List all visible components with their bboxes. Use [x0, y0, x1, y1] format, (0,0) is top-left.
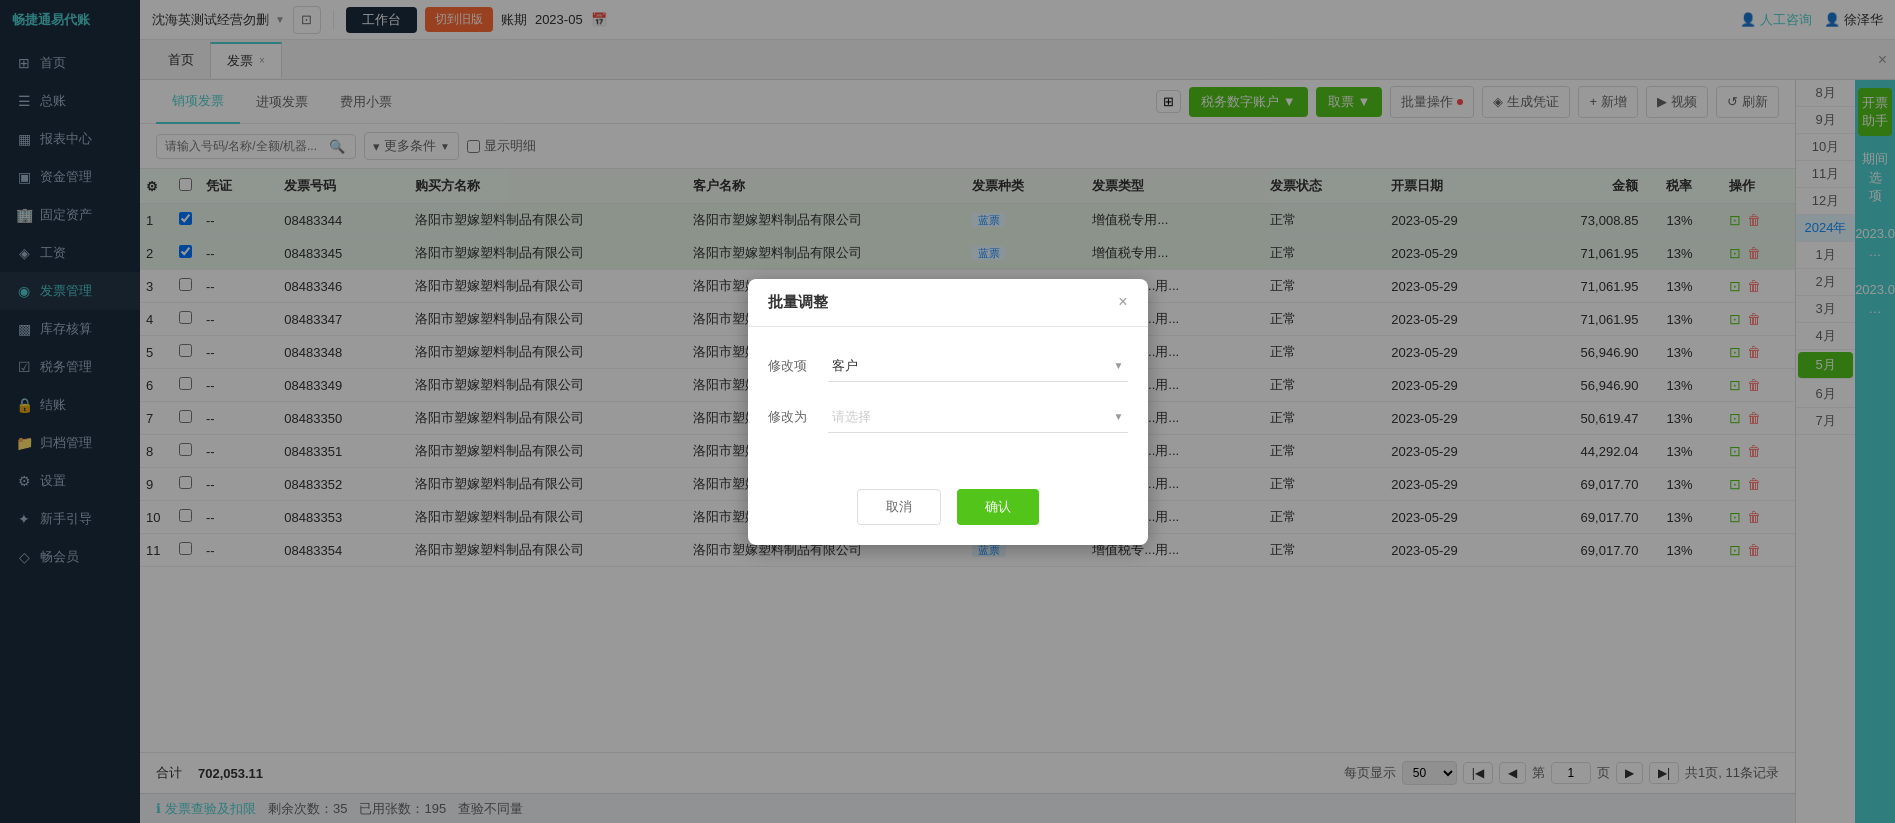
modify-to-label: 修改为 — [768, 408, 828, 426]
cancel-button[interactable]: 取消 — [857, 489, 941, 525]
modal-title: 批量调整 — [768, 293, 828, 312]
modal-overlay[interactable]: 批量调整 × 修改项 客户 ▼ 修改为 请选择 ▼ 取消 确认 — [0, 0, 1895, 823]
modify-field-row: 修改项 客户 ▼ — [768, 351, 1128, 382]
modify-field-label: 修改项 — [768, 357, 828, 375]
modify-field-value[interactable]: 客户 ▼ — [828, 351, 1128, 382]
batch-adjust-modal: 批量调整 × 修改项 客户 ▼ 修改为 请选择 ▼ 取消 确认 — [748, 279, 1148, 545]
to-dropdown-icon: ▼ — [1114, 411, 1124, 422]
modal-footer: 取消 确认 — [748, 477, 1148, 545]
modify-to-field[interactable]: 请选择 ▼ — [828, 402, 1128, 433]
modal-body: 修改项 客户 ▼ 修改为 请选择 ▼ — [748, 327, 1148, 477]
modal-header: 批量调整 × — [748, 279, 1148, 327]
modify-to-row: 修改为 请选择 ▼ — [768, 402, 1128, 433]
confirm-button[interactable]: 确认 — [957, 489, 1039, 525]
modal-close-icon[interactable]: × — [1118, 293, 1127, 311]
field-dropdown-icon: ▼ — [1114, 360, 1124, 371]
